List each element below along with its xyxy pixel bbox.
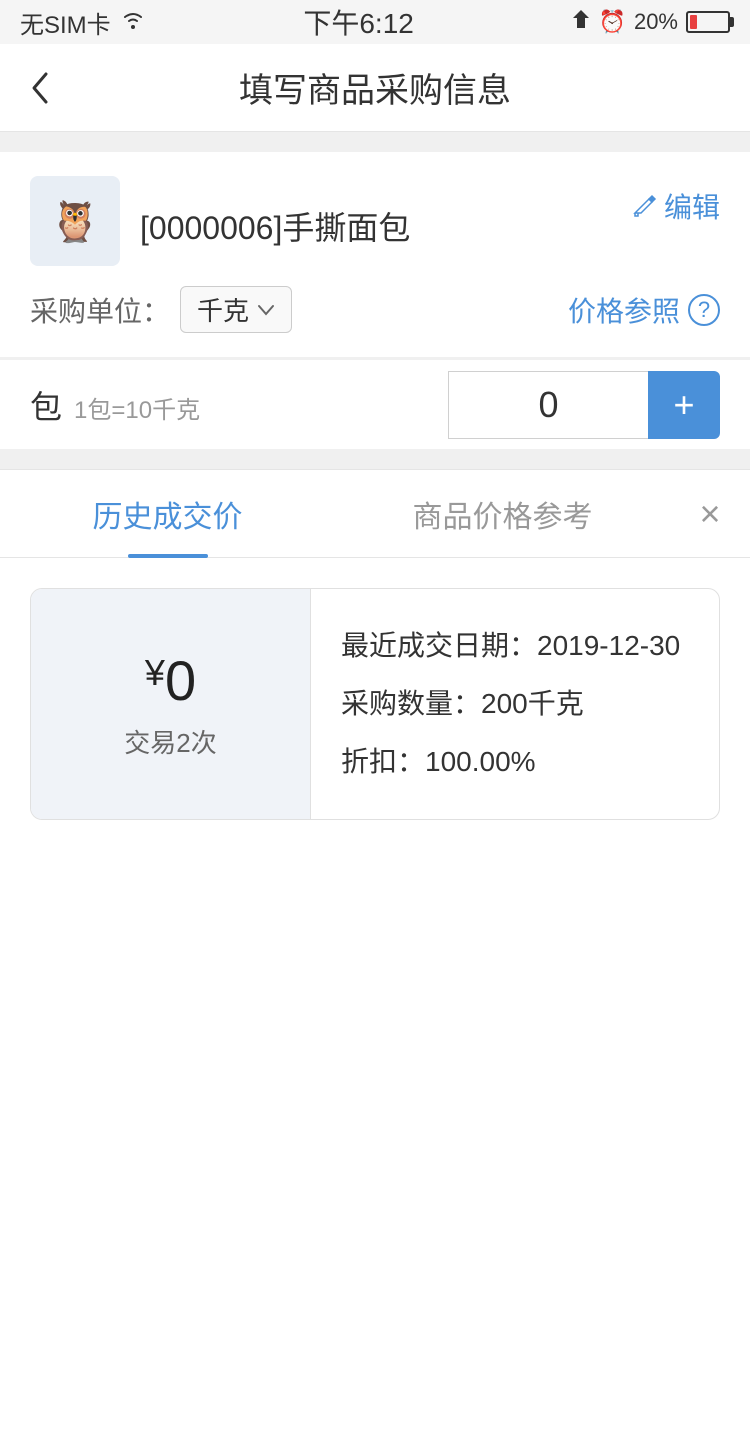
tab-history-price[interactable]: 历史成交价 bbox=[0, 470, 335, 558]
discount-label: 折扣： bbox=[341, 746, 425, 777]
history-price-side: ¥0 交易2次 bbox=[31, 589, 311, 819]
trade-count: 交易2次 bbox=[124, 723, 216, 760]
history-detail-side: 最近成交日期：2019-12-30 采购数量：200千克 折扣：100.00% bbox=[311, 589, 719, 819]
unit-label: 采购单位： bbox=[30, 290, 170, 330]
tab-close-button[interactable]: × bbox=[670, 470, 750, 558]
product-section: 🦉 [0000006]手撕面包 编辑 采购单位： 千克 bbox=[0, 152, 750, 357]
page-title: 填写商品采购信息 bbox=[239, 63, 511, 112]
status-right: ⏰ 20% bbox=[571, 8, 730, 36]
recent-date-label: 最近成交日期： bbox=[341, 630, 537, 661]
discount-row: 折扣：100.00% bbox=[341, 741, 689, 783]
wifi-icon bbox=[119, 8, 147, 37]
status-time: 下午6:12 bbox=[303, 2, 414, 42]
recent-date-value: 2019-12-30 bbox=[537, 630, 680, 661]
page-rest bbox=[0, 850, 750, 1450]
qty-detail-value: 200千克 bbox=[481, 688, 584, 719]
quantity-plus-button[interactable]: + bbox=[648, 371, 720, 439]
status-left: 无SIM卡 bbox=[20, 5, 147, 40]
battery-percent: 20% bbox=[634, 9, 678, 35]
nav-bar: 填写商品采购信息 bbox=[0, 44, 750, 132]
battery-icon bbox=[686, 11, 730, 33]
product-thumbnail: 🦉 bbox=[30, 176, 120, 266]
product-left: 🦉 [0000006]手撕面包 bbox=[30, 176, 410, 266]
product-header: 🦉 [0000006]手撕面包 编辑 bbox=[30, 176, 720, 266]
unit-row: 采购单位： 千克 价格参照 ? bbox=[30, 286, 720, 333]
back-button[interactable] bbox=[0, 44, 80, 132]
quantity-input[interactable]: 0 bbox=[448, 371, 648, 439]
recent-date-row: 最近成交日期：2019-12-30 bbox=[341, 625, 689, 667]
discount-value: 100.00% bbox=[425, 746, 536, 777]
product-logo-icon: 🦉 bbox=[50, 198, 100, 245]
alarm-icon: ⏰ bbox=[599, 9, 626, 35]
price-reference-button[interactable]: 价格参照 ? bbox=[568, 290, 720, 330]
quantity-section: 包 1包=10千克 0 + bbox=[0, 359, 750, 449]
carrier-text: 无SIM卡 bbox=[20, 5, 111, 40]
qty-detail-label: 采购数量： bbox=[341, 688, 481, 719]
history-card: ¥0 交易2次 最近成交日期：2019-12-30 采购数量：200千克 折扣：… bbox=[30, 588, 720, 820]
location-icon bbox=[571, 8, 591, 36]
price-ref-icon: ? bbox=[688, 294, 720, 326]
quantity-label: 包 1包=10千克 bbox=[30, 382, 200, 428]
price-symbol: ¥ bbox=[145, 652, 165, 693]
quantity-unit: 包 bbox=[30, 382, 62, 428]
history-content: ¥0 交易2次 最近成交日期：2019-12-30 采购数量：200千克 折扣：… bbox=[0, 558, 750, 850]
product-name: [0000006]手撕面包 bbox=[140, 193, 410, 249]
status-bar: 无SIM卡 下午6:12 ⏰ 20% bbox=[0, 0, 750, 44]
quantity-row: 采购数量：200千克 bbox=[341, 683, 689, 725]
quantity-input-wrap: 0 + bbox=[448, 371, 720, 439]
tabs-header: 历史成交价 商品价格参考 × bbox=[0, 470, 750, 558]
unit-select[interactable]: 千克 bbox=[180, 286, 292, 333]
edit-button[interactable]: 编辑 bbox=[632, 176, 720, 226]
quantity-subtext: 1包=10千克 bbox=[74, 390, 200, 425]
history-price-value: ¥0 bbox=[145, 648, 196, 713]
tabs-section: 历史成交价 商品价格参考 × ¥0 交易2次 最近成交日期：2019-12-30… bbox=[0, 469, 750, 1450]
tab-product-price-ref[interactable]: 商品价格参考 bbox=[335, 470, 670, 558]
